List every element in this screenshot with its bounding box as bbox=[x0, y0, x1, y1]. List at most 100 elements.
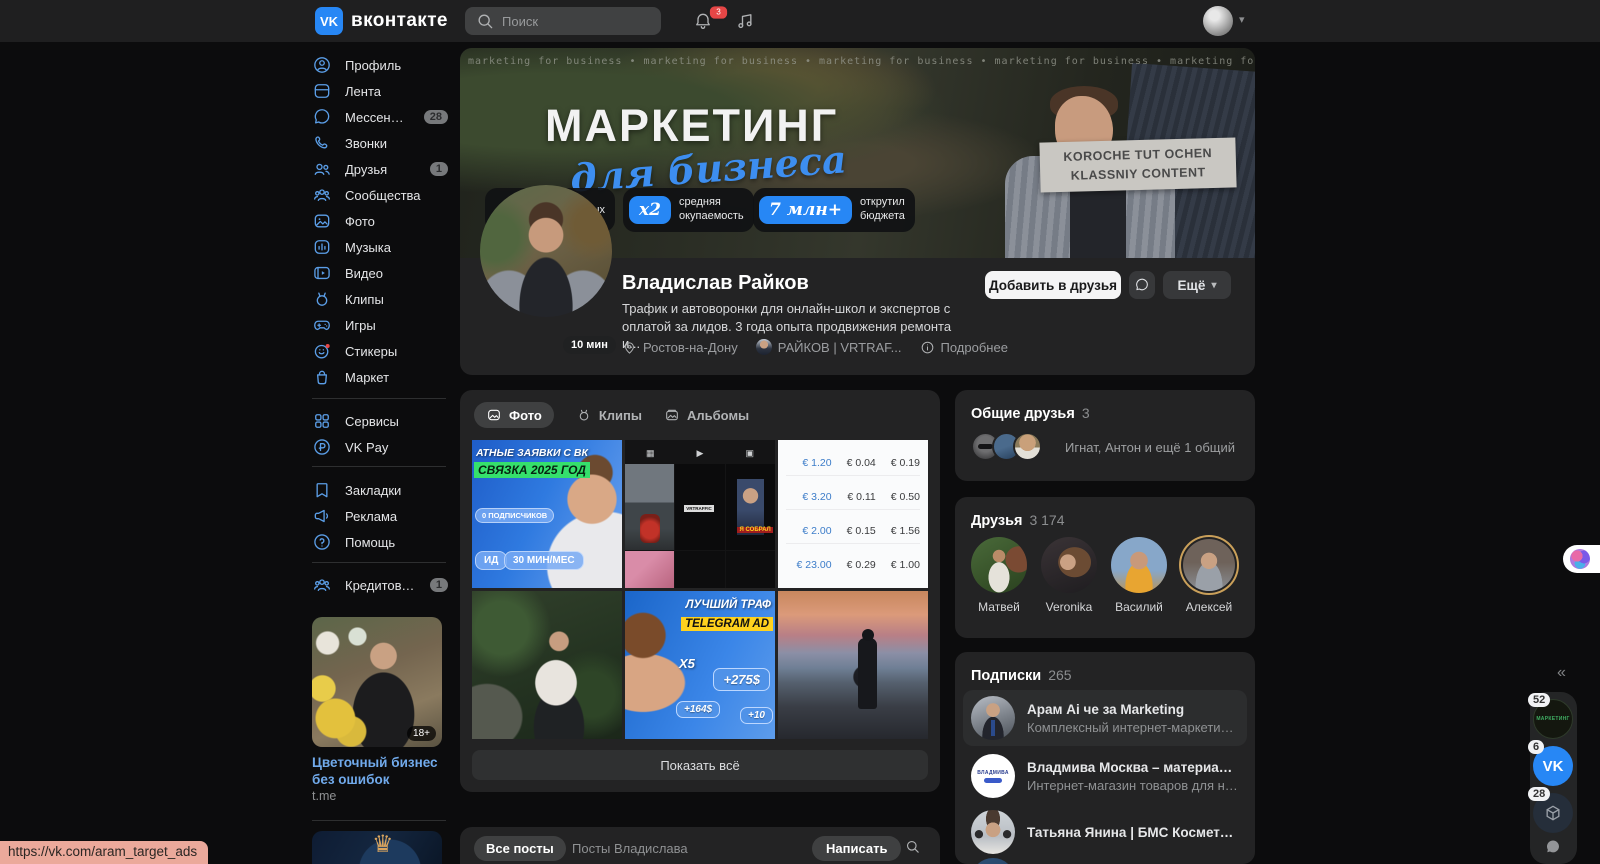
posts-search-icon[interactable] bbox=[904, 838, 921, 860]
account-chevron-icon[interactable]: ▾ bbox=[1239, 13, 1245, 26]
price-row: € 1.20 € 0.04 € 0.19 bbox=[786, 451, 920, 476]
tab-all-posts[interactable]: Все посты bbox=[474, 836, 566, 861]
sidebar-ad-title[interactable]: Цветочный бизнес без ошибок bbox=[312, 755, 446, 789]
sidebar-item-vkpay[interactable]: VK Pay bbox=[312, 434, 450, 460]
search-icon bbox=[478, 14, 493, 29]
search-input[interactable]: Поиск bbox=[465, 7, 661, 35]
thumb-pill: ИД bbox=[475, 551, 508, 570]
brand-title[interactable]: вконтакте bbox=[351, 0, 448, 42]
community-item[interactable]: РАЙКОВ | VRTRAF... bbox=[755, 339, 902, 355]
friend-item[interactable]: Veronika bbox=[1038, 537, 1100, 614]
sidebar-item-profile[interactable]: Профиль bbox=[312, 52, 450, 78]
subscriptions-title[interactable]: Подписки bbox=[971, 668, 1041, 684]
thumb-pill: 0 ПОДПИСЧИКОВ bbox=[475, 508, 555, 523]
tab-label: Альбомы bbox=[687, 407, 750, 423]
subscription-name: Татьяна Янина | БМС Косметология |... bbox=[1027, 824, 1239, 840]
subscription-row[interactable]: Арам Ai че за Marketing Комплексный инте… bbox=[963, 690, 1247, 746]
sidebar-item-stickers[interactable]: Стикеры bbox=[312, 338, 450, 364]
photo-thumbnail-app-screenshot[interactable]: ▦ ▶ ▣ VRTRAFFIC Я СОБРАЛ bbox=[625, 440, 775, 588]
city-label: Ростов-на-Дону bbox=[643, 339, 738, 355]
tab-label: Фото bbox=[509, 407, 542, 423]
mutual-friends-title[interactable]: Общие друзья bbox=[971, 406, 1075, 422]
more-actions-button[interactable]: Ещё ▾ bbox=[1163, 271, 1231, 299]
sidebar-item-games[interactable]: Игры bbox=[312, 312, 450, 338]
sidebar-item-clips[interactable]: Клипы bbox=[312, 286, 450, 312]
sidebar-item-calls[interactable]: Звонки bbox=[312, 130, 450, 156]
sidebar-ad-image[interactable]: 18+ bbox=[312, 617, 442, 747]
help-icon bbox=[314, 534, 330, 550]
subscription-subtitle: Интернет-магазин товаров для ногт... bbox=[1027, 777, 1239, 793]
friends-count: 3 174 bbox=[1029, 512, 1065, 528]
message-button[interactable] bbox=[1129, 271, 1155, 299]
dock-badge: 28 bbox=[1528, 787, 1551, 801]
sidebar-item-label: Фото bbox=[345, 213, 375, 229]
more-info-item[interactable]: Подробнее bbox=[920, 340, 1008, 355]
sidebar-item-friends[interactable]: Друзья 1 bbox=[312, 156, 450, 182]
tab-photos[interactable]: Фото bbox=[474, 402, 554, 428]
photo-thumbnail-telegram-ads[interactable]: ЛУЧШИЙ ТРАФ TELEGRAM AD Х5 +275$ +164$ +… bbox=[625, 591, 775, 739]
account-avatar[interactable] bbox=[1203, 6, 1233, 36]
credit-counter: 1 bbox=[429, 578, 448, 592]
sidebar-item-bookmarks[interactable]: Закладки bbox=[312, 477, 450, 503]
dock-badge: 6 bbox=[1528, 740, 1545, 754]
sidebar-item-label: Кредитовани... bbox=[345, 577, 417, 593]
sidebar-item-market[interactable]: Маркет bbox=[312, 364, 450, 390]
sidebar-item-communities[interactable]: Сообщества bbox=[312, 182, 450, 208]
friend-name: Матвей bbox=[978, 600, 1020, 614]
sidebar-item-ads[interactable]: Реклама bbox=[312, 503, 450, 529]
sidebar-item-feed[interactable]: Лента bbox=[312, 78, 450, 104]
sidebar-item-video[interactable]: Видео bbox=[312, 260, 450, 286]
music-note-icon bbox=[738, 14, 752, 29]
sidebar-item-photos[interactable]: Фото bbox=[312, 208, 450, 234]
sidebar-item-credit[interactable]: Кредитовани... 1 bbox=[312, 572, 450, 598]
sidebar-item-services[interactable]: Сервисы bbox=[312, 408, 450, 434]
mini-tile-empty bbox=[725, 551, 775, 588]
add-friend-button[interactable]: Добавить в друзья bbox=[985, 271, 1121, 299]
thumb-pill: +164$ bbox=[676, 701, 721, 719]
cover-badge-3-value: 7 млн+ bbox=[759, 196, 852, 224]
collapse-chevron-icon[interactable]: « bbox=[1557, 664, 1566, 682]
thumb-pill: +10 bbox=[740, 707, 773, 725]
friend-avatar-story-ring bbox=[1181, 537, 1237, 593]
sidebar-item-help[interactable]: Помощь bbox=[312, 529, 450, 555]
photo-thumbnail-price-table[interactable]: € 1.20 € 0.04 € 0.19 € 3.20 € 0.11 € 0.50 € … bbox=[778, 440, 928, 588]
photo-thumbnail-beach[interactable] bbox=[778, 591, 928, 739]
sidebar-ad2-image[interactable]: ♛ bbox=[312, 831, 442, 864]
show-all-button[interactable]: Показать всё bbox=[472, 750, 928, 780]
sidebar-item-label: VK Pay bbox=[345, 439, 389, 455]
photo-thumbnail-promo-vk[interactable]: АТНЫЕ ЗАЯВКИ С ВК СВЯЗКА 2025 ГОД 0 ПОДП… bbox=[472, 440, 622, 588]
city-item[interactable]: Ростов-на-Дону bbox=[622, 340, 738, 355]
sidebar-item-music[interactable]: Музыка bbox=[312, 234, 450, 260]
clips-icon bbox=[579, 409, 589, 421]
music-button[interactable] bbox=[735, 11, 755, 36]
bookmarks-icon bbox=[316, 483, 328, 498]
vkpay-icon bbox=[314, 439, 330, 455]
subscription-row[interactable]: Татьяна Янина | БМС Косметология |... bbox=[963, 804, 1247, 860]
friend-item[interactable]: Алексей bbox=[1178, 537, 1240, 614]
tab-albums[interactable]: Альбомы bbox=[664, 407, 749, 423]
posts-filter-label[interactable]: Посты Владислава bbox=[572, 841, 688, 856]
sidebar-item-label: Клипы bbox=[345, 291, 384, 307]
cover-badge-3-text: открутил бюджета bbox=[860, 196, 905, 222]
friends-card: Друзья 3 174 Матвей Veronika Василий Алек… bbox=[955, 497, 1255, 638]
video-icon bbox=[314, 266, 330, 280]
cover-note: KOROCHE TUT OCHEN KLASSNIY CONTENT bbox=[1039, 137, 1237, 193]
sidebar-ad-domain[interactable]: t.me bbox=[312, 789, 336, 803]
profile-avatar[interactable] bbox=[480, 185, 612, 317]
sidebar-item-label: Реклама bbox=[345, 508, 398, 524]
cover-badge-2-text: средняя окупаемость bbox=[678, 196, 744, 222]
crown-ornament: ♛ bbox=[372, 831, 394, 858]
friend-item[interactable]: Матвей bbox=[968, 537, 1030, 614]
sidebar-item-label: Закладки bbox=[345, 482, 402, 498]
friend-item[interactable]: Василий bbox=[1108, 537, 1170, 614]
sidebar-item-messenger[interactable]: Мессенджер 28 bbox=[312, 104, 450, 130]
write-post-button[interactable]: Написать bbox=[812, 836, 902, 861]
tab-clips[interactable]: Клипы bbox=[576, 407, 642, 423]
friends-title[interactable]: Друзья bbox=[971, 513, 1022, 529]
logo-text: ВЛАДМИВА bbox=[977, 769, 1009, 776]
subscription-row[interactable]: ВЛАДМИВА Владмива Москва – материалы для… bbox=[963, 748, 1247, 804]
extension-pill[interactable] bbox=[1563, 545, 1600, 573]
dock-chat-bubble-icon[interactable] bbox=[1544, 838, 1562, 861]
vk-logo[interactable]: VK bbox=[315, 7, 343, 35]
photo-thumbnail-plants[interactable] bbox=[472, 591, 622, 739]
